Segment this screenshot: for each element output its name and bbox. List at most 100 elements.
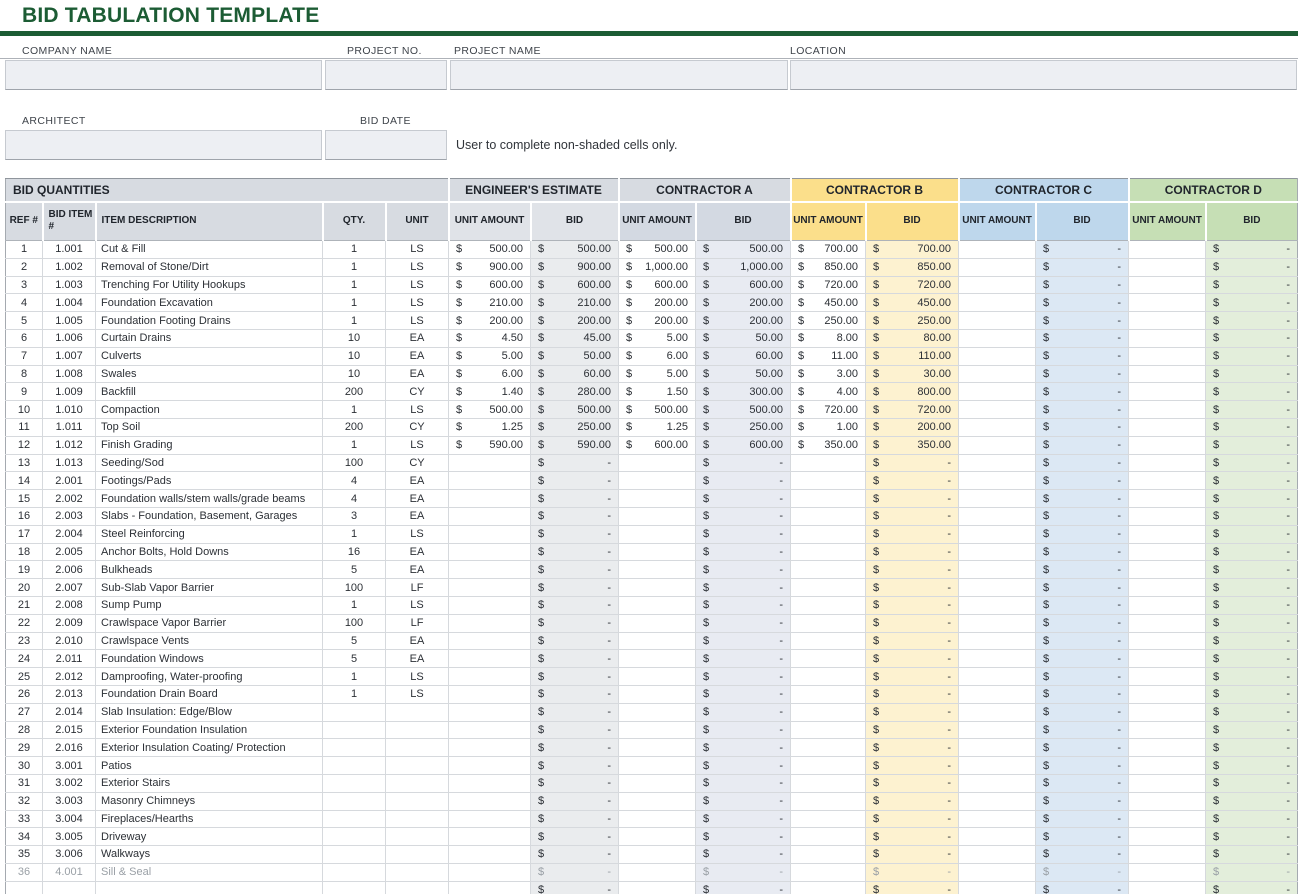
cell-item[interactable]: 3.002: [43, 774, 96, 792]
cell-a-unit-amount[interactable]: [619, 739, 696, 757]
cell-d-unit-amount[interactable]: [1129, 418, 1206, 436]
cell-unit[interactable]: CY: [386, 418, 449, 436]
cell-c-unit-amount[interactable]: [959, 596, 1036, 614]
cell-b-unit-amount[interactable]: [791, 828, 866, 846]
cell-ee-unit-amount[interactable]: [449, 703, 531, 721]
cell-b-bid[interactable]: $-: [866, 739, 959, 757]
cell-c-bid[interactable]: $-: [1036, 543, 1129, 561]
cell-d-bid[interactable]: $-: [1206, 525, 1298, 543]
cell-d-bid[interactable]: $-: [1206, 490, 1298, 508]
cell-ee-bid[interactable]: $-: [531, 632, 619, 650]
cell-ref[interactable]: 35: [6, 846, 43, 864]
cell-ref[interactable]: 22: [6, 614, 43, 632]
cell-b-bid[interactable]: $-: [866, 846, 959, 864]
cell-ee-unit-amount[interactable]: [449, 828, 531, 846]
cell-d-bid[interactable]: $-: [1206, 329, 1298, 347]
cell-b-unit-amount[interactable]: [791, 810, 866, 828]
cell-c-unit-amount[interactable]: [959, 258, 1036, 276]
cell-ref[interactable]: 8: [6, 365, 43, 383]
cell-unit[interactable]: LF: [386, 579, 449, 597]
cell-item[interactable]: 2.004: [43, 525, 96, 543]
cell-unit[interactable]: LS: [386, 685, 449, 703]
cell-ee-unit-amount[interactable]: $5.00: [449, 347, 531, 365]
cell-b-unit-amount[interactable]: $3.00: [791, 365, 866, 383]
cell-b-bid[interactable]: $850.00: [866, 258, 959, 276]
cell-item[interactable]: 2.006: [43, 561, 96, 579]
cell-item[interactable]: 2.008: [43, 596, 96, 614]
cell-ref[interactable]: [6, 881, 43, 894]
cell-c-bid[interactable]: $-: [1036, 312, 1129, 330]
cell-ee-unit-amount[interactable]: [449, 846, 531, 864]
cell-item[interactable]: 3.004: [43, 810, 96, 828]
cell-b-bid[interactable]: $-: [866, 543, 959, 561]
cell-desc[interactable]: Slab Insulation: Edge/Blow: [96, 703, 323, 721]
cell-d-bid[interactable]: $-: [1206, 241, 1298, 259]
cell-ref[interactable]: 25: [6, 668, 43, 686]
cell-qty[interactable]: [323, 810, 386, 828]
cell-b-unit-amount[interactable]: [791, 685, 866, 703]
cell-c-bid[interactable]: $-: [1036, 846, 1129, 864]
cell-unit[interactable]: LS: [386, 525, 449, 543]
cell-ref[interactable]: 34: [6, 828, 43, 846]
cell-ee-bid[interactable]: $-: [531, 846, 619, 864]
cell-item[interactable]: 2.009: [43, 614, 96, 632]
cell-desc[interactable]: Bulkheads: [96, 561, 323, 579]
cell-c-unit-amount[interactable]: [959, 561, 1036, 579]
cell-b-unit-amount[interactable]: [791, 650, 866, 668]
cell-unit[interactable]: EA: [386, 561, 449, 579]
cell-desc[interactable]: Exterior Insulation Coating/ Protection: [96, 739, 323, 757]
cell-a-unit-amount[interactable]: [619, 810, 696, 828]
cell-c-bid[interactable]: $-: [1036, 276, 1129, 294]
cell-item[interactable]: 2.001: [43, 472, 96, 490]
cell-c-unit-amount[interactable]: [959, 401, 1036, 419]
cell-a-bid[interactable]: $-: [696, 454, 791, 472]
cell-ee-bid[interactable]: $-: [531, 454, 619, 472]
cell-qty[interactable]: 1: [323, 685, 386, 703]
cell-ee-bid[interactable]: $-: [531, 668, 619, 686]
cell-ee-unit-amount[interactable]: [449, 525, 531, 543]
cell-c-unit-amount[interactable]: [959, 632, 1036, 650]
cell-d-unit-amount[interactable]: [1129, 383, 1206, 401]
cell-c-bid[interactable]: $-: [1036, 401, 1129, 419]
cell-item[interactable]: 1.004: [43, 294, 96, 312]
cell-d-bid[interactable]: $-: [1206, 579, 1298, 597]
cell-b-bid[interactable]: $200.00: [866, 418, 959, 436]
cell-c-bid[interactable]: $-: [1036, 739, 1129, 757]
cell-ref[interactable]: 24: [6, 650, 43, 668]
cell-d-unit-amount[interactable]: [1129, 596, 1206, 614]
cell-d-bid[interactable]: $-: [1206, 258, 1298, 276]
cell-a-unit-amount[interactable]: [619, 650, 696, 668]
cell-ref[interactable]: 23: [6, 632, 43, 650]
cell-qty[interactable]: 200: [323, 383, 386, 401]
cell-a-unit-amount[interactable]: [619, 614, 696, 632]
cell-c-unit-amount[interactable]: [959, 472, 1036, 490]
cell-item[interactable]: 2.014: [43, 703, 96, 721]
cell-d-bid[interactable]: $-: [1206, 596, 1298, 614]
cell-c-bid[interactable]: $-: [1036, 383, 1129, 401]
cell-c-unit-amount[interactable]: [959, 614, 1036, 632]
cell-d-bid[interactable]: $-: [1206, 507, 1298, 525]
cell-c-bid[interactable]: $-: [1036, 258, 1129, 276]
cell-d-bid[interactable]: $-: [1206, 863, 1298, 881]
cell-b-unit-amount[interactable]: $450.00: [791, 294, 866, 312]
cell-a-bid[interactable]: $-: [696, 703, 791, 721]
cell-ee-unit-amount[interactable]: [449, 614, 531, 632]
cell-c-unit-amount[interactable]: [959, 365, 1036, 383]
cell-a-unit-amount[interactable]: [619, 774, 696, 792]
cell-ee-unit-amount[interactable]: [449, 668, 531, 686]
cell-b-bid[interactable]: $-: [866, 632, 959, 650]
cell-ref[interactable]: 19: [6, 561, 43, 579]
cell-a-unit-amount[interactable]: $600.00: [619, 276, 696, 294]
cell-item[interactable]: 2.015: [43, 721, 96, 739]
cell-a-unit-amount[interactable]: [619, 543, 696, 561]
cell-qty[interactable]: [323, 846, 386, 864]
cell-unit[interactable]: [386, 757, 449, 775]
cell-ref[interactable]: 33: [6, 810, 43, 828]
cell-c-bid[interactable]: $-: [1036, 757, 1129, 775]
cell-d-bid[interactable]: $-: [1206, 846, 1298, 864]
cell-ee-bid[interactable]: $-: [531, 561, 619, 579]
cell-b-unit-amount[interactable]: [791, 774, 866, 792]
cell-ref[interactable]: 17: [6, 525, 43, 543]
cell-item[interactable]: 3.006: [43, 846, 96, 864]
cell-d-unit-amount[interactable]: [1129, 365, 1206, 383]
